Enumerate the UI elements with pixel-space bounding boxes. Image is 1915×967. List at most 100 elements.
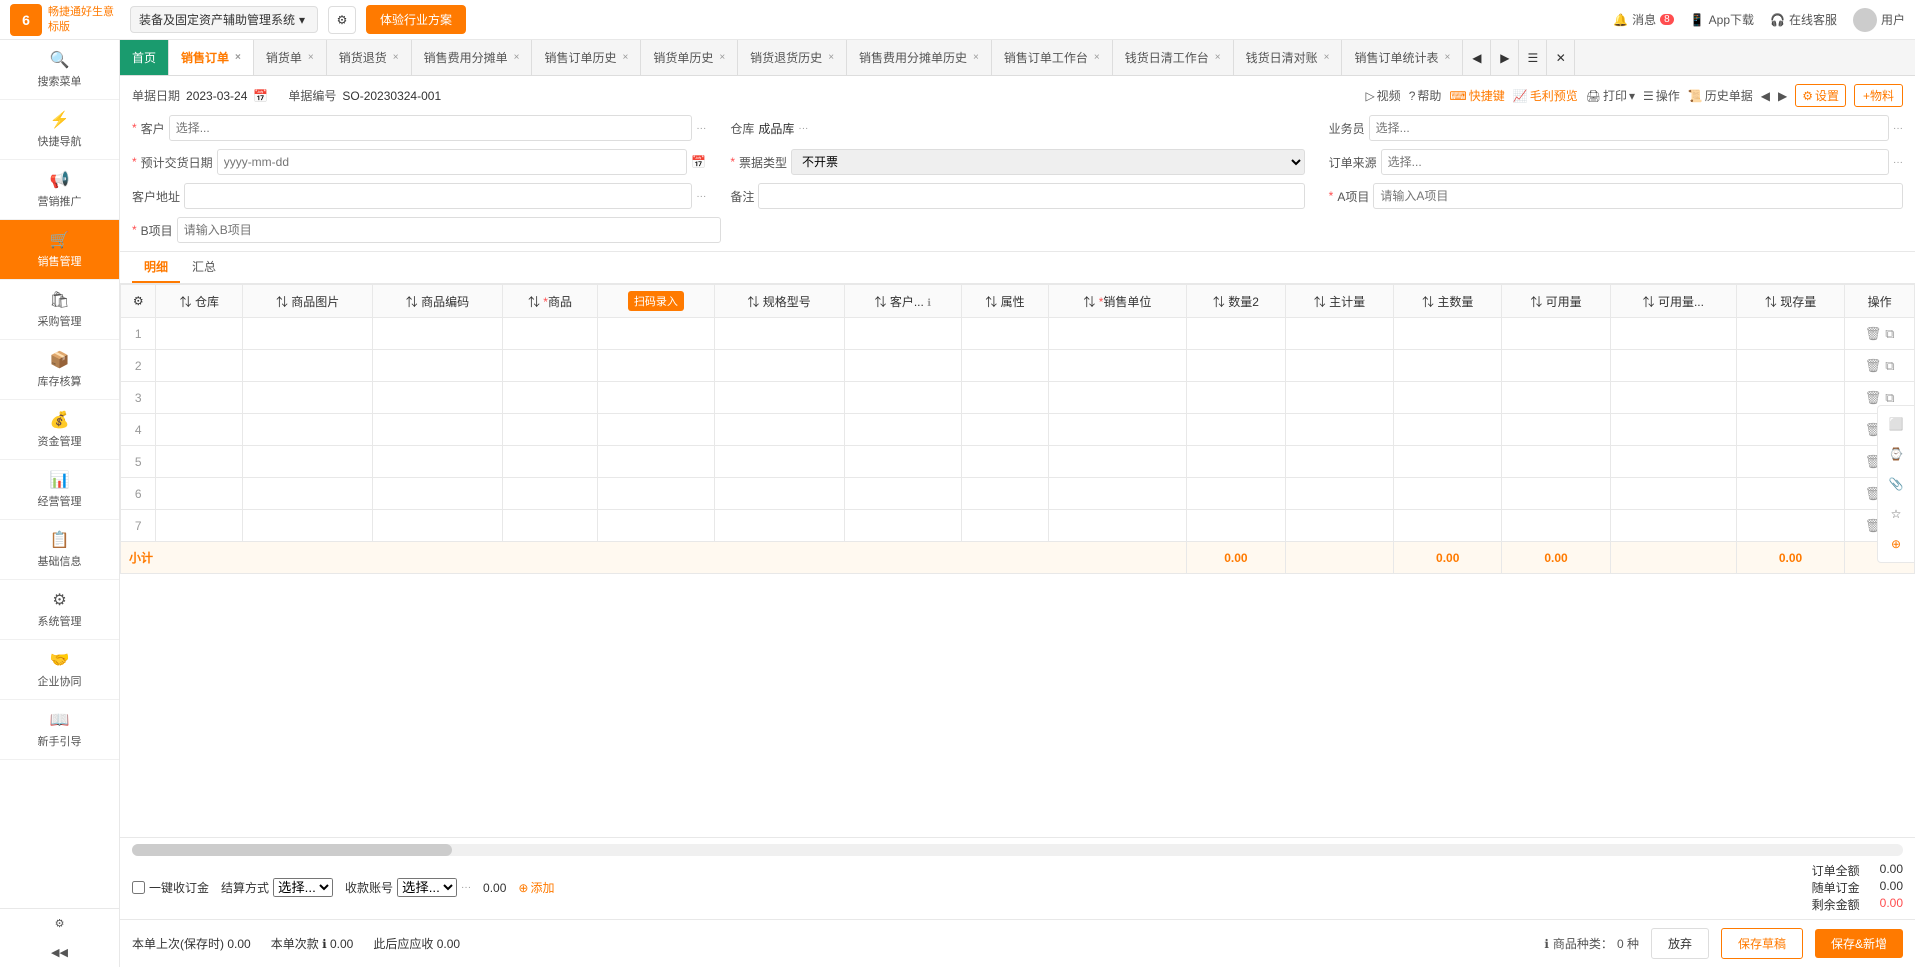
col-scan[interactable]: 扫码录入 bbox=[598, 285, 715, 318]
print-button[interactable]: 🖨 打印 ▾ bbox=[1586, 87, 1635, 104]
copy-row-button[interactable]: ⧉ bbox=[1885, 390, 1894, 406]
tab-next-button[interactable]: ▶ bbox=[1491, 40, 1519, 76]
help-button[interactable]: ? 帮助 bbox=[1409, 87, 1442, 104]
save-draft-button[interactable]: 保存草稿 bbox=[1721, 928, 1803, 959]
tab-return-history[interactable]: 销货退货历史 × bbox=[738, 40, 847, 76]
right-action-1[interactable]: ⬜ bbox=[1882, 410, 1910, 438]
operation-button[interactable]: ☰ 操作 bbox=[1643, 87, 1680, 104]
sidebar-item-sales[interactable]: 🛒 销售管理 bbox=[0, 220, 119, 280]
sidebar-collapse-button[interactable]: ◀◀ bbox=[0, 938, 119, 967]
tab-detail[interactable]: 明细 bbox=[132, 252, 180, 283]
add-link-button[interactable]: ⊕ 添加 bbox=[518, 879, 554, 896]
discard-button[interactable]: 放弃 bbox=[1651, 928, 1709, 959]
tab-close-icon[interactable]: × bbox=[308, 52, 314, 63]
warehouse-dots-button[interactable]: ··· bbox=[798, 123, 808, 134]
b-project-input[interactable] bbox=[177, 217, 721, 243]
tab-close-icon[interactable]: × bbox=[622, 52, 628, 63]
tab-close-icon[interactable]: × bbox=[393, 52, 399, 63]
account-dots-button[interactable]: ··· bbox=[461, 882, 471, 893]
tab-close-icon[interactable]: × bbox=[1094, 52, 1100, 63]
tab-close-icon[interactable]: × bbox=[973, 52, 979, 63]
tab-prev-button[interactable]: ◀ bbox=[1463, 40, 1491, 76]
tab-cost-history[interactable]: 销售费用分摊单历史 × bbox=[847, 40, 992, 76]
tab-order-workbench[interactable]: 销售订单工作台 × bbox=[992, 40, 1113, 76]
online-support-button[interactable]: 🎧 在线客服 bbox=[1770, 11, 1837, 28]
settings-gear-button[interactable]: ⚙ bbox=[328, 6, 356, 34]
sidebar-item-shortcuts[interactable]: ⚡ 快捷导航 bbox=[0, 100, 119, 160]
invoice-type-select[interactable]: 不开票 bbox=[791, 149, 1305, 175]
sidebar-settings-button[interactable]: ⚙ bbox=[0, 909, 119, 938]
tab-daily-reconcile[interactable]: 钱货日清对账 × bbox=[1234, 40, 1343, 76]
tab-close-all-button[interactable]: ✕ bbox=[1547, 40, 1575, 76]
tab-sales-goods[interactable]: 销货单 × bbox=[254, 40, 327, 76]
tab-close-icon[interactable]: × bbox=[1324, 52, 1330, 63]
copy-row-button[interactable]: ⧉ bbox=[1885, 326, 1894, 342]
sidebar-item-cooperation[interactable]: 🤝 企业协同 bbox=[0, 640, 119, 700]
save-new-button[interactable]: 保存&新增 bbox=[1815, 929, 1903, 958]
tab-daily-workbench[interactable]: 钱货日清工作台 × bbox=[1113, 40, 1234, 76]
tab-sales-order[interactable]: 销售订单 × bbox=[169, 40, 254, 76]
right-action-3[interactable]: 📎 bbox=[1882, 470, 1910, 498]
profit-preview-button[interactable]: 📈 毛利预览 bbox=[1513, 87, 1578, 104]
right-action-5[interactable]: ⊕ bbox=[1882, 530, 1910, 558]
view-video-button[interactable]: ▷ 视频 bbox=[1365, 87, 1400, 104]
sidebar-item-marketing[interactable]: 📢 营销推广 bbox=[0, 160, 119, 220]
tab-sales-order-history[interactable]: 销售订单历史 × bbox=[532, 40, 641, 76]
address-dots-button[interactable]: ··· bbox=[696, 191, 706, 202]
tab-close-icon[interactable]: × bbox=[1215, 52, 1221, 63]
customer-input[interactable] bbox=[169, 115, 693, 141]
sidebar-item-purchase[interactable]: 🛍 采购管理 bbox=[0, 280, 119, 340]
sidebar-item-system[interactable]: ⚙ 系统管理 bbox=[0, 580, 119, 640]
one-click-order-checkbox[interactable]: 一键收订金 bbox=[132, 879, 209, 896]
address-input[interactable] bbox=[184, 183, 692, 209]
customer-dots-button[interactable]: ··· bbox=[696, 123, 706, 134]
tab-summary[interactable]: 汇总 bbox=[180, 252, 228, 283]
account-select[interactable]: 选择... bbox=[397, 878, 457, 897]
delivery-date-input[interactable] bbox=[217, 149, 688, 175]
tab-close-icon[interactable]: × bbox=[235, 52, 241, 63]
sidebar-item-search[interactable]: 🔍 搜索菜单 bbox=[0, 40, 119, 100]
order-source-dots-button[interactable]: ··· bbox=[1893, 157, 1903, 168]
industry-solution-button[interactable]: 体验行业方案 bbox=[366, 5, 466, 34]
tab-sales-cost[interactable]: 销售费用分摊单 × bbox=[412, 40, 533, 76]
horizontal-scrollbar[interactable] bbox=[132, 844, 1903, 856]
settlement-select[interactable]: 选择... bbox=[273, 878, 333, 897]
user-menu-button[interactable]: 用户 bbox=[1853, 8, 1905, 32]
sidebar-item-basic-info[interactable]: 📋 基础信息 bbox=[0, 520, 119, 580]
system-title-dropdown[interactable]: 装备及固定资产辅助管理系统 ▾ bbox=[130, 6, 318, 33]
copy-row-button[interactable]: ⧉ bbox=[1885, 358, 1894, 374]
tab-sales-statistics[interactable]: 销售订单统计表 × bbox=[1342, 40, 1463, 76]
notification-button[interactable]: 🔔 消息 8 bbox=[1613, 11, 1674, 28]
shortcut-button[interactable]: ⌨ 快捷键 bbox=[1449, 87, 1504, 104]
delete-row-button[interactable]: 🗑 bbox=[1865, 358, 1882, 374]
sidebar-item-inventory[interactable]: 📦 库存核算 bbox=[0, 340, 119, 400]
right-action-2[interactable]: ⌚ bbox=[1882, 440, 1910, 468]
col-settings[interactable]: ⚙ bbox=[121, 285, 156, 318]
one-click-order-input[interactable] bbox=[132, 881, 145, 894]
calendar-icon[interactable]: 📅 bbox=[253, 89, 268, 103]
scan-input-button[interactable]: 扫码录入 bbox=[628, 291, 684, 311]
tab-sales-return[interactable]: 销货退货 × bbox=[327, 40, 412, 76]
tab-close-icon[interactable]: × bbox=[719, 52, 725, 63]
salesperson-dots-button[interactable]: ··· bbox=[1893, 123, 1903, 134]
nav-next-button[interactable]: ▶ bbox=[1778, 89, 1787, 103]
app-download-button[interactable]: 📱 App下载 bbox=[1690, 11, 1754, 28]
tab-more-button[interactable]: ☰ bbox=[1519, 40, 1547, 76]
sidebar-item-guide[interactable]: 📖 新手引导 bbox=[0, 700, 119, 760]
a-project-input[interactable] bbox=[1373, 183, 1903, 209]
sidebar-item-finance[interactable]: 💰 资金管理 bbox=[0, 400, 119, 460]
tab-close-icon[interactable]: × bbox=[514, 52, 520, 63]
right-action-4[interactable]: ☆ bbox=[1882, 500, 1910, 528]
delivery-calendar-icon[interactable]: 📅 bbox=[691, 155, 706, 169]
tab-close-icon[interactable]: × bbox=[1444, 52, 1450, 63]
salesperson-input[interactable] bbox=[1369, 115, 1889, 141]
tab-home[interactable]: 首页 bbox=[120, 40, 169, 76]
tab-close-icon[interactable]: × bbox=[828, 52, 834, 63]
tab-goods-history[interactable]: 销货单历史 × bbox=[641, 40, 738, 76]
history-button[interactable]: 📜 历史单据 bbox=[1688, 87, 1753, 104]
add-material-button[interactable]: +物料 bbox=[1854, 84, 1903, 107]
delete-row-button[interactable]: 🗑 bbox=[1865, 326, 1882, 342]
settings-button[interactable]: ⚙ 设置 bbox=[1795, 84, 1846, 107]
sidebar-item-operations[interactable]: 📊 经营管理 bbox=[0, 460, 119, 520]
note-input[interactable] bbox=[758, 183, 1304, 209]
